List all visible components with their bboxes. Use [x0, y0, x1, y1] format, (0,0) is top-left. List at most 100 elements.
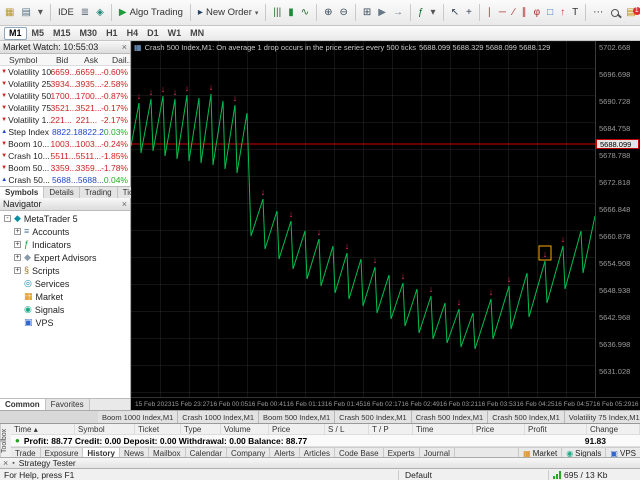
navigator-item-vps[interactable]: ▣ VPS	[0, 316, 130, 329]
indicators-button[interactable]: ƒ	[415, 7, 427, 19]
market-watch-row[interactable]: ▲ Step Index 8822.1 8822.2 0.03%	[0, 126, 130, 138]
collapse-icon[interactable]: -	[4, 215, 11, 222]
chart-tab-6[interactable]: Volatility 75 Index,M1	[564, 411, 640, 423]
zoom-in-button[interactable]: ⊕	[321, 7, 335, 19]
market-watch-column-dail[interactable]: Dail...	[112, 55, 130, 65]
chart-tab-0[interactable]: Boom 1000 Index,M1	[98, 411, 179, 423]
indicators-dropdown-button[interactable]: ▾	[428, 7, 439, 19]
history-column-price[interactable]: Price	[269, 424, 325, 434]
history-column-type[interactable]: Type	[181, 424, 221, 434]
market-watch-row[interactable]: ▼Volatility 50..1700...1700...-0.87%	[0, 90, 130, 102]
chart-tab-2[interactable]: Boom 500 Index,M1	[259, 411, 336, 423]
chart-tab-1[interactable]: Crash 1000 Index,M1	[178, 411, 260, 423]
depth-of-market-button[interactable]: ≣	[78, 7, 92, 19]
history-column-time[interactable]: Time ▴	[11, 424, 75, 434]
market-watch-row[interactable]: ▼Volatility 10..6659...6659...-0.60%	[0, 66, 130, 78]
algo-trading-button[interactable]: ▶ Algo Trading	[116, 6, 186, 19]
zoom-out-button[interactable]: ⊖	[337, 7, 351, 19]
history-column-symbol[interactable]: Symbol	[75, 424, 135, 434]
expand-icon[interactable]: +	[14, 241, 21, 248]
market-watch-row[interactable]: ▼Volatility 75..3521...3521...-0.17%	[0, 102, 130, 114]
market-watch-close-icon[interactable]: ×	[122, 42, 127, 52]
new-chart-button[interactable]: ▦	[2, 7, 17, 19]
line-chart-button[interactable]: ∿	[298, 7, 312, 19]
bars-chart-button[interactable]: |||	[270, 7, 284, 19]
market-watch-tab-details[interactable]: Details	[44, 187, 80, 198]
market-watch-row[interactable]: ▼ Boom 10... 1003... 1003... -0.24%	[0, 138, 130, 150]
timeframe-h1[interactable]: H1	[102, 27, 122, 40]
timeframe-m5[interactable]: M5	[28, 27, 49, 40]
expand-icon[interactable]: +	[14, 228, 21, 235]
history-column-volume[interactable]: Volume	[221, 424, 269, 434]
time-axis[interactable]: 15 Feb 2023 15 Feb 23:27 16 Feb 00:05 16 Fe…	[131, 397, 640, 410]
history-column-ticket[interactable]: Ticket	[135, 424, 181, 434]
navigator-item-signals[interactable]: ◉ Signals	[0, 303, 130, 316]
navigator-close-icon[interactable]: ×	[122, 199, 127, 209]
navigator-root[interactable]: - ◆ MetaTrader 5	[0, 212, 130, 225]
cursor-button[interactable]: ↖	[448, 7, 462, 19]
notifications-button[interactable]: ▤ 1	[623, 6, 640, 19]
navigator-item-accounts[interactable]: + ≡ Accounts	[0, 225, 130, 238]
timeframe-m15[interactable]: M15	[49, 27, 75, 40]
new-order-button[interactable]: ▸ New Order ▾	[195, 6, 261, 19]
history-column-profit[interactable]: Profit	[525, 424, 587, 434]
timeframe-m1[interactable]: M1	[4, 26, 27, 40]
history-column-change[interactable]: Change	[587, 424, 640, 434]
profiles-button[interactable]: ▤	[18, 7, 33, 19]
market-watch-row[interactable]: ▼ Volatility 1.. 221... 221... -2.17%	[0, 114, 130, 126]
price-axis[interactable]: 5688.099 5702.668 5696.698 5690.728 5684.75…	[595, 41, 640, 397]
navigator-item-services[interactable]: ◎ Services	[0, 277, 130, 290]
history-column-time[interactable]: Time	[413, 424, 473, 434]
auto-scroll-button[interactable]: ▶	[375, 7, 389, 19]
search-button[interactable]	[608, 8, 622, 18]
timeframe-m30[interactable]: M30	[76, 27, 102, 40]
timeframe-mn[interactable]: MN	[186, 27, 208, 40]
strategy-tester-bar[interactable]: × ▪ Strategy Tester	[0, 457, 640, 468]
navigator-tab-favorites[interactable]: Favorites	[45, 399, 90, 410]
market-watch-row[interactable]: ▼ Crash 10... 5511... 5511... -1.85%	[0, 150, 130, 162]
market-watch-row[interactable]: ▼ Boom 50... 3359... 3359... -1.78%	[0, 162, 130, 174]
chart-tab-4[interactable]: Crash 500 Index,M1	[411, 411, 489, 423]
navigator-item-market[interactable]: ▦ Market	[0, 290, 130, 303]
market-watch-row[interactable]: ▼Volatility 25..3934...3935...-2.58%	[0, 78, 130, 90]
market-watch-column-symbol[interactable]: Symbol	[0, 55, 56, 65]
expand-icon[interactable]: +	[14, 267, 21, 274]
shapes-button[interactable]: □	[544, 7, 556, 19]
equidistant-channel-button[interactable]: ∥	[519, 7, 530, 19]
status-profile[interactable]: Default	[398, 469, 548, 480]
history-column-t-p[interactable]: T / P	[369, 424, 413, 434]
chart-tab-5[interactable]: Crash 500 Index,M1	[488, 411, 565, 423]
expand-icon[interactable]: +	[14, 254, 21, 261]
tile-windows-button[interactable]: ⊞	[360, 7, 374, 19]
history-column-price[interactable]: Price	[473, 424, 525, 434]
more-tools-button[interactable]: ⋯	[590, 7, 606, 19]
chart-shift-button[interactable]: →	[390, 7, 406, 19]
mql5-community-button[interactable]: ◈	[93, 7, 107, 19]
market-watch-row[interactable]: ▲ Crash 50... 5688... 5688... 0.04%	[0, 174, 130, 186]
navigator-item-scripts[interactable]: + § Scripts	[0, 264, 130, 277]
vertical-line-button[interactable]: ∣	[484, 7, 495, 19]
market-watch-tab-trading[interactable]: Trading	[79, 187, 118, 198]
market-watch-column-ask[interactable]: Ask	[84, 55, 112, 65]
timeframe-d1[interactable]: D1	[143, 27, 163, 40]
arrows-button[interactable]: ↑	[557, 7, 568, 19]
navigator-tab-common[interactable]: Common	[0, 399, 46, 410]
trendline-button[interactable]: ∕	[510, 7, 518, 19]
text-label-button[interactable]: T	[569, 7, 581, 19]
candlesticks-button[interactable]: ▮	[285, 7, 297, 19]
horizontal-line-button[interactable]: ─	[496, 7, 509, 19]
history-summary-row[interactable]: ● Profit: 88.77 Credit: 0.00 Deposit: 0.…	[11, 435, 640, 447]
chart-plot[interactable]: ↓ ↓ ↓ ↓ ↓ ↓ ↓ ↓ ↓ ↓ ↓ ↓ ↓ ↓ ↓ ↓ ↓ ↓ ↓ ▦ Crash 500 Index,M1…	[131, 41, 595, 397]
history-column-s-l[interactable]: S / L	[325, 424, 369, 434]
toolbox-vertical-label[interactable]: Toolbox	[0, 424, 11, 457]
navigator-item-indicators[interactable]: + ƒ Indicators	[0, 238, 130, 251]
timeframe-h4[interactable]: H4	[123, 27, 143, 40]
fibonacci-button[interactable]: φ	[531, 7, 543, 19]
chart-tab-3[interactable]: Crash 500 Index,M1	[335, 411, 412, 423]
market-watch-tab-symbols[interactable]: Symbols	[0, 187, 45, 198]
crosshair-button[interactable]: +	[463, 7, 475, 19]
profiles-dropdown-button[interactable]: ▾	[35, 7, 46, 19]
timeframe-w1[interactable]: W1	[164, 27, 186, 40]
ide-button[interactable]: IDE	[55, 6, 77, 19]
market-watch-column-bid[interactable]: Bid	[56, 55, 84, 65]
